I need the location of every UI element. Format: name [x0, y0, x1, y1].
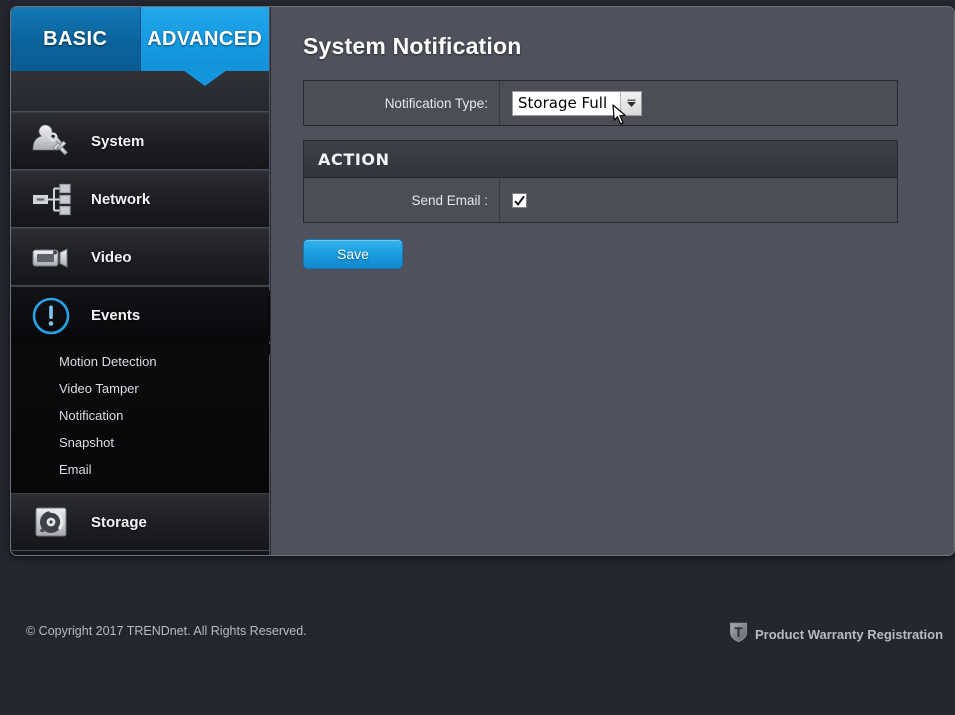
sidebar-subitem-label: Snapshot	[59, 435, 114, 450]
sidebar-item-events-label: Events	[91, 307, 141, 324]
notification-type-label: Notification Type:	[304, 81, 500, 125]
sidebar-item-network-label: Network	[91, 190, 151, 208]
notification-type-box: Notification Type: Storage Full	[303, 80, 898, 126]
sidebar-subitem-video-tamper[interactable]: Video Tamper	[11, 375, 269, 402]
sidebar: BASIC ADVANCED System Network Video Even…	[11, 7, 280, 555]
sidebar-item-storage[interactable]: Storage	[11, 493, 269, 551]
sidebar-subitem-notification[interactable]: Notification	[11, 402, 269, 429]
events-submenu: Motion Detection Video Tamper Notificati…	[11, 344, 280, 493]
send-email-label: Send Email :	[304, 178, 500, 222]
sidebar-subitem-email[interactable]: Email	[11, 456, 269, 483]
notification-type-selected-value: Storage Full	[518, 94, 608, 112]
tab-basic-label: BASIC	[43, 27, 108, 50]
shield-icon	[729, 621, 748, 648]
hard-disk-icon	[27, 502, 75, 542]
send-email-value-cell	[500, 178, 897, 222]
chevron-down-icon[interactable]	[620, 91, 641, 115]
save-button[interactable]: Save	[303, 239, 403, 269]
page-title: System Notification	[303, 33, 522, 59]
network-topology-icon	[27, 179, 75, 219]
sidebar-item-system[interactable]: System	[11, 112, 269, 170]
tab-basic[interactable]: BASIC	[11, 7, 141, 71]
notification-type-select[interactable]: Storage Full	[512, 90, 642, 116]
copyright-text: © Copyright 2017 TRENDnet. All Rights Re…	[26, 624, 307, 638]
notification-type-row: Notification Type: Storage Full	[304, 81, 897, 125]
exclamation-circle-icon	[27, 296, 75, 336]
video-camera-icon	[27, 237, 75, 277]
sidebar-item-events[interactable]: Events	[11, 286, 280, 345]
sidebar-subitem-snapshot[interactable]: Snapshot	[11, 429, 269, 456]
sidebar-item-network[interactable]: Network	[11, 170, 269, 228]
system-user-tools-icon	[27, 121, 75, 161]
send-email-checkbox[interactable]	[512, 192, 527, 208]
sidebar-subitem-label: Motion Detection	[59, 354, 157, 369]
tab-advanced-label: ADVANCED	[147, 27, 263, 50]
tab-bar: BASIC ADVANCED	[11, 7, 269, 86]
footer: © Copyright 2017 TRENDnet. All Rights Re…	[0, 610, 955, 658]
active-tab-pointer-icon	[182, 70, 227, 86]
action-box: ACTION Send Email :	[303, 140, 898, 223]
sidebar-item-storage-label: Storage	[91, 513, 147, 531]
product-warranty-registration-link[interactable]: Product Warranty Registration	[729, 621, 943, 648]
main-content: System Notification Notification Type: S…	[270, 7, 954, 555]
product-warranty-registration-label: Product Warranty Registration	[755, 627, 944, 642]
sidebar-item-video-label: Video	[91, 248, 132, 266]
send-email-row: Send Email :	[304, 178, 897, 222]
app-window: BASIC ADVANCED System Network Video Even…	[10, 6, 955, 556]
sidebar-subitem-label: Notification	[59, 408, 124, 423]
tab-advanced[interactable]: ADVANCED	[140, 7, 269, 86]
sidebar-item-video[interactable]: Video	[11, 228, 269, 286]
sidebar-subitem-motion-detection[interactable]: Motion Detection	[11, 348, 269, 375]
notification-type-value-cell: Storage Full	[500, 81, 897, 125]
sidebar-subitem-label: Email	[59, 462, 92, 477]
action-section-heading: ACTION	[304, 141, 897, 178]
sidebar-header-strip	[11, 71, 269, 112]
sidebar-item-system-label: System	[91, 132, 145, 150]
sidebar-subitem-label: Video Tamper	[59, 381, 139, 396]
